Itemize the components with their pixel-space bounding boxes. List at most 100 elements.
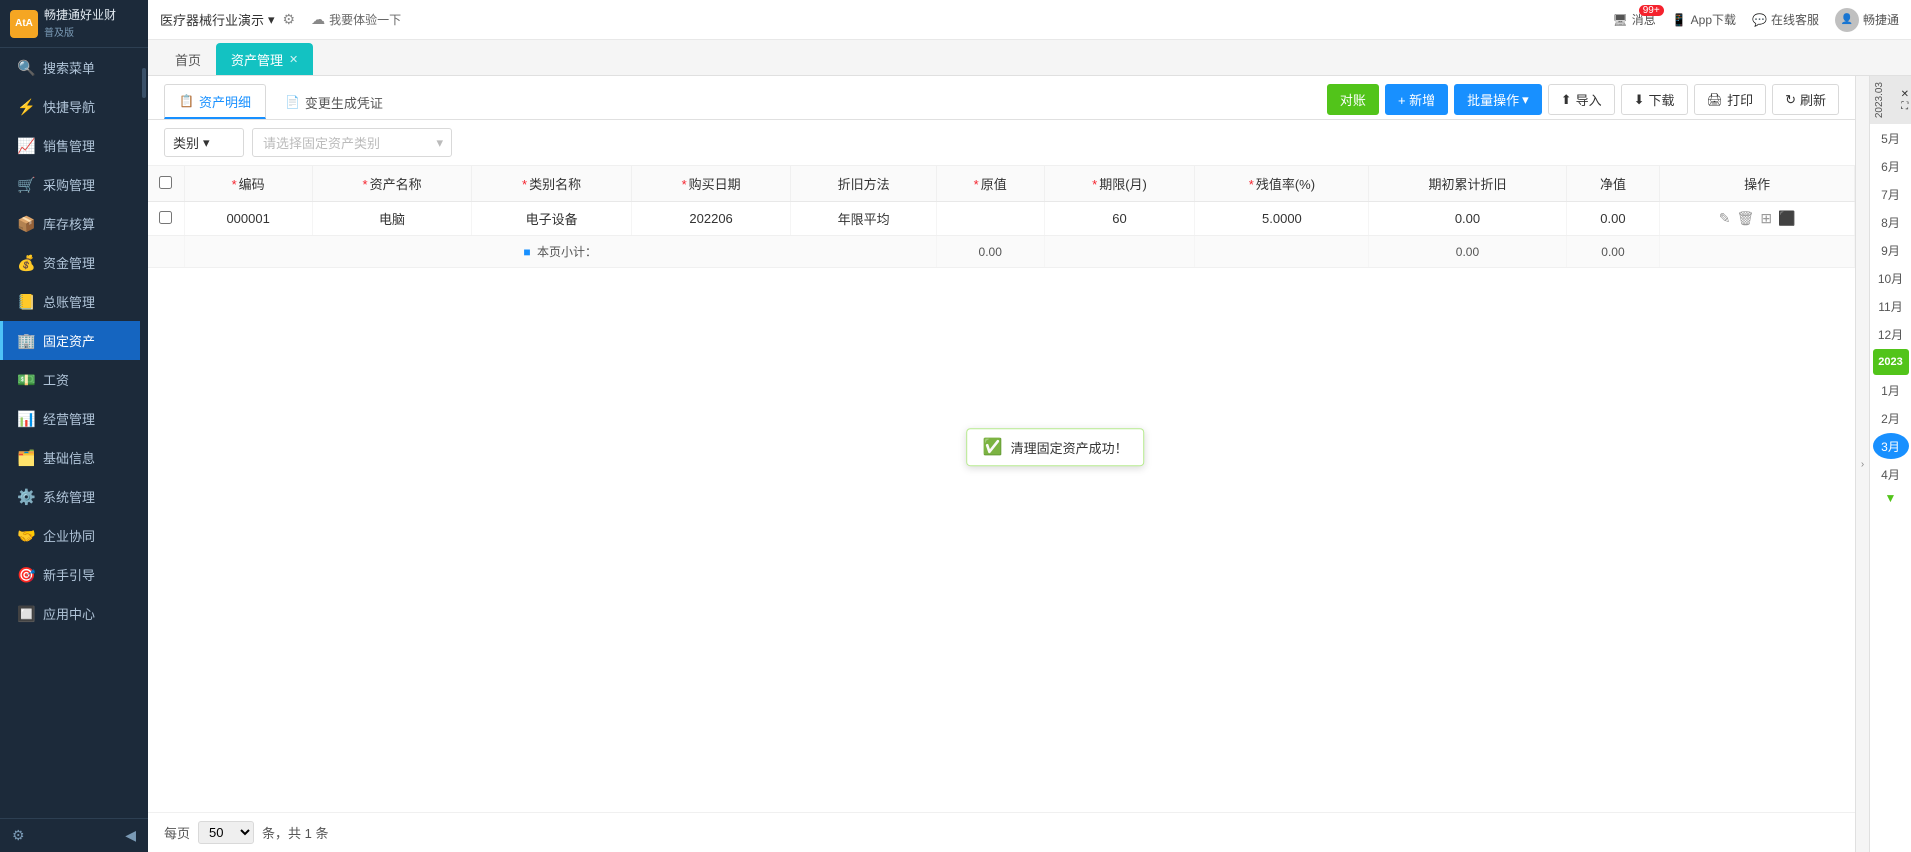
sidebar-item-basic-info[interactable]: 🗂️ 基础信息 [0, 438, 140, 477]
sidebar-label-app-center: 应用中心 [43, 604, 95, 623]
cal-month-1[interactable]: 1月 [1873, 377, 1909, 403]
message-icon: 🖥 [1612, 13, 1627, 27]
subtotal-empty-4 [1660, 236, 1855, 268]
company-selector[interactable]: 医疗器械行业演示 ▾ [160, 10, 275, 29]
online-service-label: 在线客服 [1771, 11, 1819, 28]
right-calendar-panel: 2023.03 ✕ ⛶ 5月 6月 7月 8月 9月 10月 11月 12月 2… [1869, 76, 1911, 852]
th-category: *类别名称 [472, 166, 632, 202]
sidebar-item-app-center[interactable]: 🔲 应用中心 [0, 594, 140, 633]
th-checkbox [148, 166, 184, 202]
cal-month-2[interactable]: 2月 [1873, 405, 1909, 431]
cal-month-4[interactable]: 4月 [1873, 461, 1909, 487]
cal-month-7[interactable]: 7月 [1873, 181, 1909, 207]
online-service-btn[interactable]: 💬 在线客服 [1752, 11, 1819, 28]
topbar-right: 🖥 消息 99+ 📱 App下载 💬 在线客服 👤 畅捷通 [1612, 8, 1899, 32]
cal-month-9[interactable]: 9月 [1873, 237, 1909, 263]
app-download-btn[interactable]: 📱 App下载 [1672, 11, 1736, 28]
filter-row: 类别 ▾ 请选择固定资产类别 ▾ [148, 120, 1855, 166]
sidebar-item-enterprise[interactable]: 🤝 企业协同 [0, 516, 140, 555]
cell-action: ✎ 🗑 ⊞ ⬛ [1660, 202, 1855, 236]
refresh-label: 刷新 [1800, 90, 1826, 109]
th-name: *资产名称 [312, 166, 472, 202]
logo-icon: AtA [10, 10, 38, 38]
cal-month-5[interactable]: 5月 [1873, 125, 1909, 151]
asset-detail-icon: 📋 [179, 94, 194, 108]
experience-btn[interactable]: ☁ 我要体验一下 [311, 11, 401, 28]
print-btn[interactable]: 🖨 打印 [1694, 84, 1767, 115]
sidebar-scrollbar [140, 48, 148, 818]
user-profile[interactable]: 👤 畅捷通 [1835, 8, 1899, 32]
sidebar-nav: 🔍 搜索菜单 ⚡ 快捷导航 📈 销售管理 🛒 采购管理 📦 库存核算 💰 资金管… [0, 48, 140, 818]
panel-collapse-btn[interactable]: › [1855, 76, 1869, 852]
subtotal-net: 0.00 [1566, 236, 1660, 268]
expand-panel-icon[interactable]: ⛶ [1901, 101, 1909, 112]
cell-category: 电子设备 [472, 202, 632, 236]
category-select[interactable]: 请选择固定资产类别 ▾ [252, 128, 452, 157]
sidebar-label-purchase: 采购管理 [43, 175, 95, 194]
sidebar-icon-sales: 📈 [17, 137, 35, 155]
close-panel-icon[interactable]: ✕ [1901, 89, 1909, 100]
row-checkbox[interactable] [159, 211, 172, 224]
sidebar-item-inventory[interactable]: 📦 库存核算 [0, 204, 140, 243]
delete-icon[interactable]: 🗑 [1737, 210, 1755, 227]
th-period: *期限(月) [1044, 166, 1195, 202]
panel-collapse-icon: › [1861, 459, 1864, 470]
sidebar-item-business[interactable]: 📊 经营管理 [0, 399, 140, 438]
cloud-icon: ☁ [311, 11, 325, 28]
sidebar-item-funds[interactable]: 💰 资金管理 [0, 243, 140, 282]
subtab-asset-detail[interactable]: 📋 资产明细 [164, 84, 266, 119]
action-icons: ✎ 🗑 ⊞ ⬛ [1670, 210, 1844, 227]
edit-icon[interactable]: ✎ [1719, 210, 1731, 227]
per-page-select[interactable]: 50 10 20 100 [198, 821, 254, 844]
import-btn[interactable]: ⬆ 导入 [1548, 84, 1615, 115]
subtotal-empty-3 [1195, 236, 1369, 268]
cal-month-11[interactable]: 11月 [1873, 293, 1909, 319]
cal-month-6[interactable]: 6月 [1873, 153, 1909, 179]
sidebar-item-search[interactable]: 🔍 搜索菜单 [0, 48, 140, 87]
subtotal-empty-2 [1044, 236, 1195, 268]
sidebar-label-sales: 销售管理 [43, 136, 95, 155]
message-badge: 99+ [1639, 5, 1664, 16]
sidebar-item-purchase[interactable]: 🛒 采购管理 [0, 165, 140, 204]
th-code: *编码 [184, 166, 312, 202]
cal-scroll-down[interactable]: ▼ [1885, 488, 1897, 508]
tab-home[interactable]: 首页 [160, 43, 216, 75]
sidebar-item-ledger[interactable]: 📒 总账管理 [0, 282, 140, 321]
sidebar-icon-guide: 🎯 [17, 566, 35, 584]
select-all-checkbox[interactable] [159, 176, 172, 189]
toolbar-buttons: 对账 + 新增 批量操作 ▾ ⬆ 导入 ⬇ 下载 🖨 [1327, 84, 1839, 119]
more-icon[interactable]: ⬛ [1778, 210, 1795, 227]
settings-icon[interactable]: ⚙ [12, 827, 25, 844]
message-btn[interactable]: 🖥 消息 99+ [1612, 11, 1655, 28]
sidebar-item-fixed-assets[interactable]: 🏢 固定资产 [0, 321, 140, 360]
th-residual-rate: *残值率(%) [1195, 166, 1369, 202]
collapse-sidebar-icon[interactable]: ◀ [125, 827, 136, 844]
cal-month-10[interactable]: 10月 [1873, 265, 1909, 291]
category-filter[interactable]: 类别 ▾ [164, 128, 244, 157]
category-label: 类别 [173, 133, 199, 152]
reconcile-btn[interactable]: 对账 [1327, 84, 1379, 115]
per-page-label: 每页 [164, 823, 190, 842]
th-purchase-date: *购买日期 [631, 166, 791, 202]
subtab-change-voucher[interactable]: 📄 变更生成凭证 [270, 84, 398, 119]
download-btn[interactable]: ⬇ 下载 [1621, 84, 1688, 115]
copy-icon[interactable]: ⊞ [1760, 210, 1772, 227]
tab-assets[interactable]: 资产管理 ✕ [216, 43, 313, 75]
new-btn[interactable]: + 新增 [1385, 84, 1448, 115]
sidebar-item-sales[interactable]: 📈 销售管理 [0, 126, 140, 165]
category-dropdown-icon: ▾ [203, 135, 210, 151]
sidebar-icon-business: 📊 [17, 410, 35, 428]
sidebar-item-payroll[interactable]: 💵 工资 [0, 360, 140, 399]
sidebar-icon-enterprise: 🤝 [17, 527, 35, 545]
batch-btn[interactable]: 批量操作 ▾ [1454, 84, 1542, 115]
sidebar-item-system[interactable]: ⚙️ 系统管理 [0, 477, 140, 516]
refresh-btn[interactable]: ↻ 刷新 [1772, 84, 1839, 115]
sidebar-item-quick-nav[interactable]: ⚡ 快捷导航 [0, 87, 140, 126]
sidebar-item-guide[interactable]: 🎯 新手引导 [0, 555, 140, 594]
cal-month-3-current[interactable]: 3月 [1873, 433, 1909, 459]
company-settings-icon[interactable]: ⚙ [283, 11, 296, 28]
cal-month-8[interactable]: 8月 [1873, 209, 1909, 235]
cal-month-12[interactable]: 12月 [1873, 321, 1909, 347]
service-icon: 💬 [1752, 13, 1767, 27]
tab-assets-close-icon[interactable]: ✕ [289, 53, 298, 66]
